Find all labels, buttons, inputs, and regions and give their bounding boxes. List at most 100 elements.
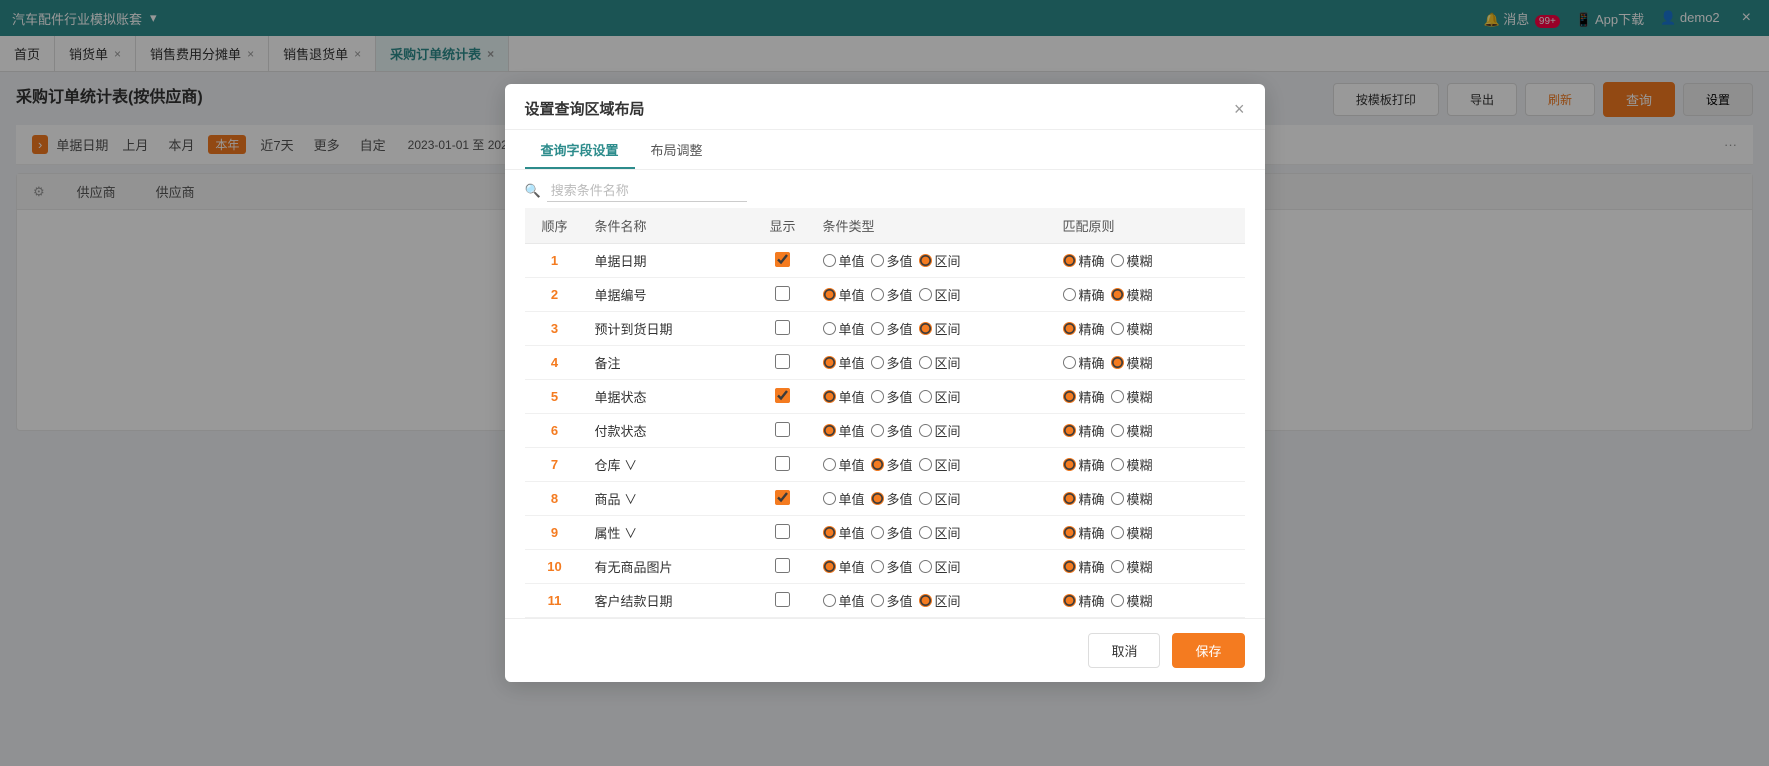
tab-query-fields[interactable]: 查询字段设置 <box>525 130 635 169</box>
type-option-单值[interactable]: 单值 <box>823 557 865 576</box>
match-option-精确[interactable]: 精确 <box>1063 455 1105 474</box>
row-show-3[interactable] <box>753 312 813 346</box>
show-checkbox-4[interactable] <box>775 354 790 369</box>
row-num-11: 11 <box>525 584 585 618</box>
table-row: 1单据日期单值多值区间精确模糊 <box>525 244 1245 278</box>
match-option-模糊[interactable]: 模糊 <box>1111 455 1153 474</box>
show-checkbox-3[interactable] <box>775 320 790 335</box>
table-row: 6付款状态单值多值区间精确模糊 <box>525 414 1245 448</box>
match-option-模糊[interactable]: 模糊 <box>1111 285 1153 304</box>
type-option-区间[interactable]: 区间 <box>919 251 961 270</box>
match-option-模糊[interactable]: 模糊 <box>1111 523 1153 542</box>
tab-layout[interactable]: 布局调整 <box>635 130 719 169</box>
match-option-精确[interactable]: 精确 <box>1063 353 1105 372</box>
type-option-区间[interactable]: 区间 <box>919 455 961 474</box>
match-option-精确[interactable]: 精确 <box>1063 421 1105 440</box>
match-option-精确[interactable]: 精确 <box>1063 319 1105 338</box>
type-option-多值[interactable]: 多值 <box>871 591 913 610</box>
row-match-10: 精确模糊 <box>1053 550 1245 584</box>
show-checkbox-1[interactable] <box>775 252 790 267</box>
dialog-table-wrap: 顺序 条件名称 显示 条件类型 匹配原则 1单据日期单值多值区间精确模糊2单据编… <box>505 208 1265 618</box>
match-option-模糊[interactable]: 模糊 <box>1111 489 1153 508</box>
match-option-模糊[interactable]: 模糊 <box>1111 319 1153 338</box>
dialog-close-btn[interactable]: × <box>1234 100 1245 118</box>
row-show-8[interactable] <box>753 482 813 516</box>
match-option-精确[interactable]: 精确 <box>1063 489 1105 508</box>
type-option-单值[interactable]: 单值 <box>823 387 865 406</box>
row-show-5[interactable] <box>753 380 813 414</box>
row-name-7: 仓库 ∨ <box>585 448 753 482</box>
row-show-1[interactable] <box>753 244 813 278</box>
type-option-区间[interactable]: 区间 <box>919 591 961 610</box>
row-show-4[interactable] <box>753 346 813 380</box>
type-option-区间[interactable]: 区间 <box>919 523 961 542</box>
type-option-区间[interactable]: 区间 <box>919 421 961 440</box>
show-checkbox-2[interactable] <box>775 286 790 301</box>
match-option-模糊[interactable]: 模糊 <box>1111 353 1153 372</box>
match-option-模糊[interactable]: 模糊 <box>1111 591 1153 610</box>
table-row: 2单据编号单值多值区间精确模糊 <box>525 278 1245 312</box>
type-option-多值[interactable]: 多值 <box>871 353 913 372</box>
show-checkbox-10[interactable] <box>775 558 790 573</box>
type-option-多值[interactable]: 多值 <box>871 489 913 508</box>
type-option-单值[interactable]: 单值 <box>823 353 865 372</box>
cancel-button[interactable]: 取消 <box>1088 633 1160 668</box>
type-option-多值[interactable]: 多值 <box>871 455 913 474</box>
row-num-1: 1 <box>525 244 585 278</box>
type-option-单值[interactable]: 单值 <box>823 591 865 610</box>
save-button[interactable]: 保存 <box>1172 633 1244 668</box>
row-show-2[interactable] <box>753 278 813 312</box>
row-show-6[interactable] <box>753 414 813 448</box>
type-option-多值[interactable]: 多值 <box>871 557 913 576</box>
row-show-7[interactable] <box>753 448 813 482</box>
match-option-模糊[interactable]: 模糊 <box>1111 387 1153 406</box>
type-option-单值[interactable]: 单值 <box>823 455 865 474</box>
match-option-模糊[interactable]: 模糊 <box>1111 421 1153 440</box>
show-checkbox-6[interactable] <box>775 422 790 437</box>
match-option-精确[interactable]: 精确 <box>1063 523 1105 542</box>
row-type-2: 单值多值区间 <box>813 278 1053 312</box>
show-checkbox-8[interactable] <box>775 490 790 505</box>
type-option-区间[interactable]: 区间 <box>919 319 961 338</box>
type-option-单值[interactable]: 单值 <box>823 251 865 270</box>
type-option-区间[interactable]: 区间 <box>919 387 961 406</box>
row-num-4: 4 <box>525 346 585 380</box>
row-name-11: 客户结款日期 <box>585 584 753 618</box>
show-checkbox-11[interactable] <box>775 592 790 607</box>
match-option-精确[interactable]: 精确 <box>1063 557 1105 576</box>
type-option-多值[interactable]: 多值 <box>871 285 913 304</box>
type-option-单值[interactable]: 单值 <box>823 421 865 440</box>
type-option-区间[interactable]: 区间 <box>919 489 961 508</box>
type-option-区间[interactable]: 区间 <box>919 285 961 304</box>
col-show: 显示 <box>753 208 813 244</box>
match-option-精确[interactable]: 精确 <box>1063 591 1105 610</box>
type-option-单值[interactable]: 单值 <box>823 319 865 338</box>
search-input[interactable] <box>547 180 747 202</box>
row-type-9: 单值多值区间 <box>813 516 1053 550</box>
row-show-11[interactable] <box>753 584 813 618</box>
row-show-9[interactable] <box>753 516 813 550</box>
match-option-精确[interactable]: 精确 <box>1063 251 1105 270</box>
type-option-单值[interactable]: 单值 <box>823 285 865 304</box>
show-checkbox-7[interactable] <box>775 456 790 471</box>
type-option-区间[interactable]: 区间 <box>919 353 961 372</box>
type-option-多值[interactable]: 多值 <box>871 523 913 542</box>
match-option-精确[interactable]: 精确 <box>1063 387 1105 406</box>
row-name-2: 单据编号 <box>585 278 753 312</box>
type-option-多值[interactable]: 多值 <box>871 251 913 270</box>
type-option-单值[interactable]: 单值 <box>823 523 865 542</box>
row-match-1: 精确模糊 <box>1053 244 1245 278</box>
row-match-6: 精确模糊 <box>1053 414 1245 448</box>
type-option-多值[interactable]: 多值 <box>871 387 913 406</box>
type-option-多值[interactable]: 多值 <box>871 319 913 338</box>
match-option-精确[interactable]: 精确 <box>1063 285 1105 304</box>
type-option-区间[interactable]: 区间 <box>919 557 961 576</box>
row-num-7: 7 <box>525 448 585 482</box>
type-option-多值[interactable]: 多值 <box>871 421 913 440</box>
type-option-单值[interactable]: 单值 <box>823 489 865 508</box>
row-show-10[interactable] <box>753 550 813 584</box>
show-checkbox-9[interactable] <box>775 524 790 539</box>
show-checkbox-5[interactable] <box>775 388 790 403</box>
match-option-模糊[interactable]: 模糊 <box>1111 557 1153 576</box>
match-option-模糊[interactable]: 模糊 <box>1111 251 1153 270</box>
